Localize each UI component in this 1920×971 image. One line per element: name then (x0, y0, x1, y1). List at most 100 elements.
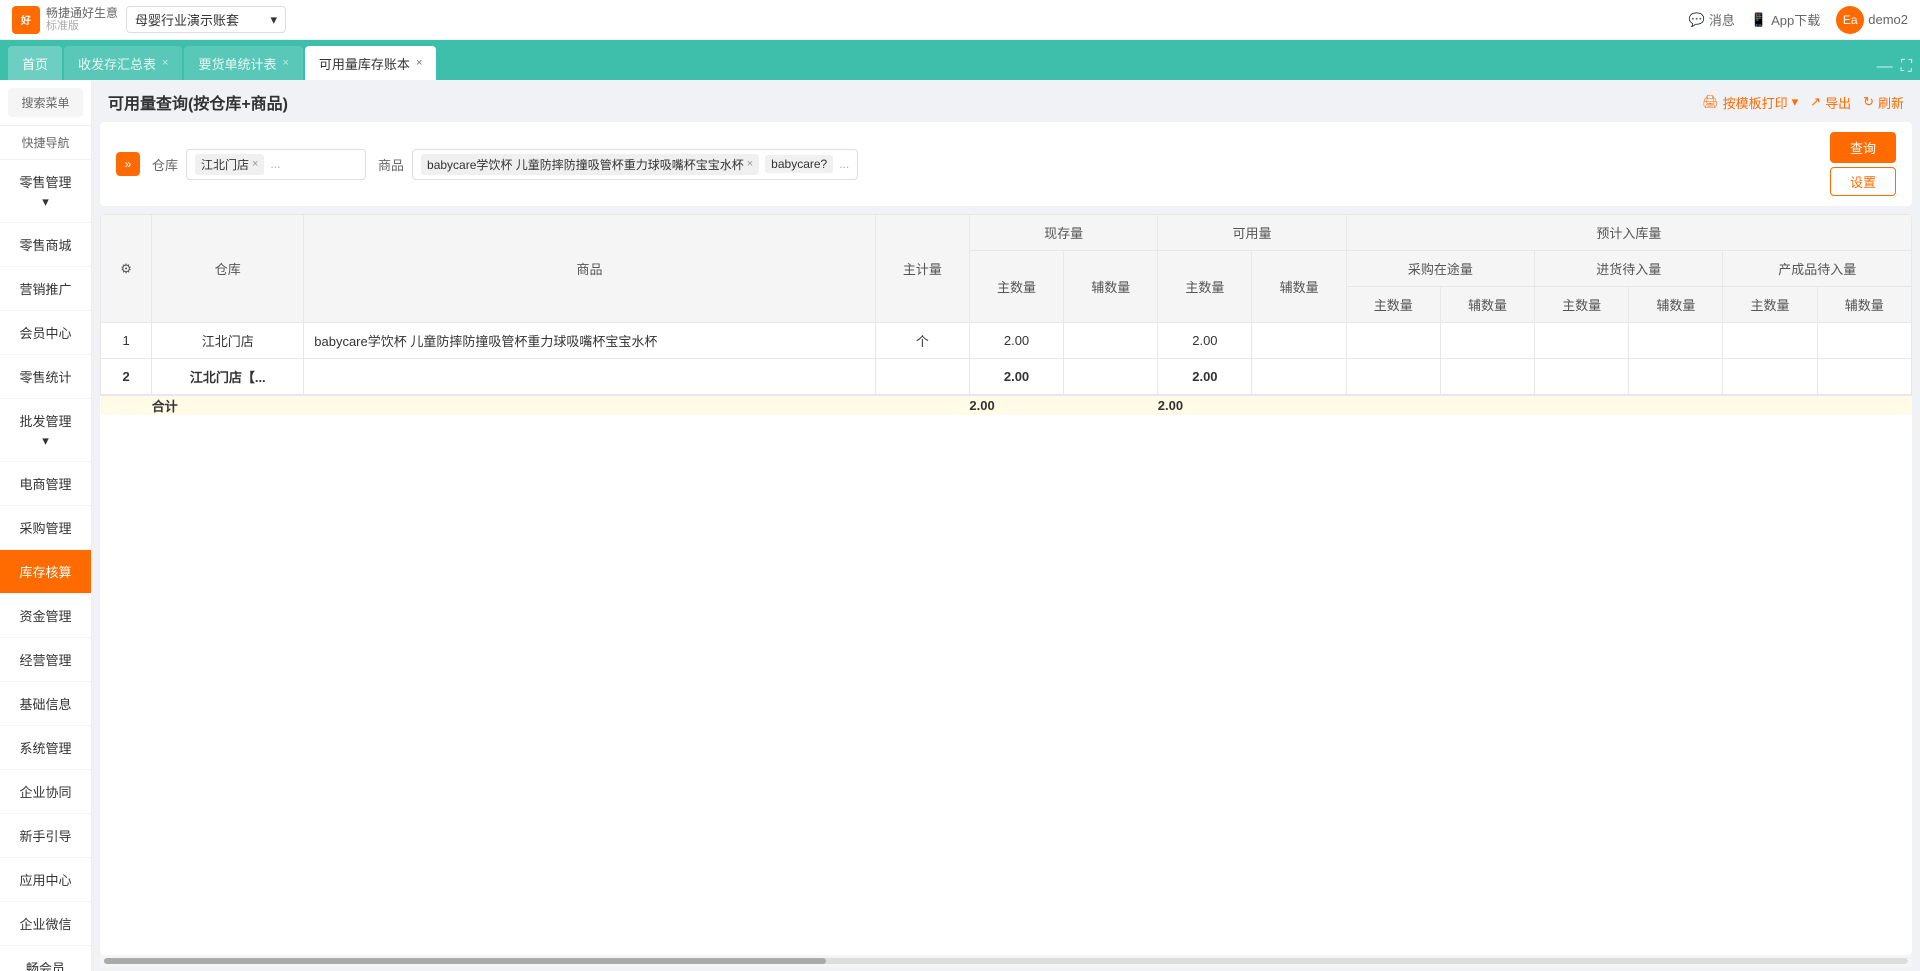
sidebar-item-appcenter[interactable]: 应用中心 (0, 858, 91, 902)
sidebar-item-finance[interactable]: 资金管理 (0, 594, 91, 638)
footer-avail-main: 2.00 (1158, 395, 1252, 415)
logo-text: 畅捷通好生意 标准版 (46, 6, 118, 34)
search-menu-button[interactable]: 搜索菜单 (8, 88, 83, 117)
footer-ip-aux (1629, 395, 1723, 415)
content-area: 可用量查询(按仓库+商品) 🖨 按模板打印 ▾ ↗ 导出 ↻ 刷新 (92, 80, 1920, 971)
sidebar-item-basics[interactable]: 基础信息 (0, 682, 91, 726)
page-title: 可用量查询(按仓库+商品) (108, 90, 288, 114)
cell-ip-main-1 (1535, 323, 1629, 359)
tab-close-available-inventory[interactable]: × (416, 57, 422, 69)
tab-home[interactable]: 首页 (8, 46, 62, 80)
footer-ip-main (1535, 395, 1629, 415)
sidebar-item-system[interactable]: 系统管理 (0, 726, 91, 770)
th-purchase-transit-aux: 辅数量 (1440, 287, 1534, 323)
sidebar-item-operations[interactable]: 经营管理 (0, 638, 91, 682)
table-row: 2 江北门店【... 2.00 2.00 (101, 359, 1912, 396)
filter-bar: » 仓库 江北门店 × ... 商品 babycare学饮杯 儿童防摔防撞吸管杯… (100, 122, 1912, 206)
th-inbound-pending: 进货待入量 (1535, 251, 1723, 287)
expand-icon: » (125, 157, 132, 171)
cell-avail-aux-2 (1252, 359, 1346, 396)
cell-current-main-2: 2.00 (969, 359, 1063, 396)
sidebar-item-ecommerce[interactable]: 电商管理 (0, 462, 91, 506)
sidebar-item-vip[interactable]: 畅会员 (0, 946, 91, 971)
user-menu[interactable]: Ea demo2 (1836, 6, 1908, 34)
sidebar-item-collab[interactable]: 企业协同 (0, 770, 91, 814)
settings-icon-cell[interactable]: ⚙ (101, 215, 152, 323)
workspace-selector[interactable]: 母婴行业演示账套 ▾ (126, 6, 286, 33)
tab-maximize-button[interactable]: ⛶ (1901, 58, 1912, 76)
cell-ip-aux-1 (1629, 323, 1723, 359)
th-unit: 主计量 (875, 215, 969, 323)
sidebar-search-area: 搜索菜单 (0, 80, 91, 126)
footer-label: 合计 (152, 395, 970, 415)
horizontal-scrollbar[interactable] (100, 955, 1912, 967)
cell-pt-aux-2 (1440, 359, 1534, 396)
cell-pp-main-1 (1723, 323, 1817, 359)
tab-close-receive[interactable]: × (162, 57, 168, 69)
print-template-button[interactable]: 🖨 按模板打印 ▾ (1702, 93, 1798, 112)
th-current-stock: 现存量 (969, 215, 1157, 251)
cell-current-aux-2 (1064, 359, 1158, 396)
page-header: 可用量查询(按仓库+商品) 🖨 按模板打印 ▾ ↗ 导出 ↻ 刷新 (92, 80, 1920, 122)
sidebar-item-inventory[interactable]: 库存核算 (0, 550, 91, 594)
cell-warehouse-2: 江北门店【... (152, 359, 304, 396)
sidebar-item-newguide[interactable]: 新手引导 (0, 814, 91, 858)
cell-pp-aux-2 (1817, 359, 1911, 396)
th-available: 可用量 (1158, 215, 1346, 251)
tab-close-order-stats[interactable]: × (282, 57, 288, 69)
footer-total-row: 合计 2.00 2.00 (101, 395, 1912, 415)
export-button[interactable]: ↗ 导出 (1810, 93, 1851, 112)
footer-pp-main (1723, 395, 1817, 415)
th-product-pending-aux: 辅数量 (1817, 287, 1911, 323)
product-more: ... (839, 157, 849, 171)
filter-expand-button[interactable]: » (116, 152, 140, 176)
top-bar-left: 好 畅捷通好生意 标准版 母婴行业演示账套 ▾ (12, 6, 286, 34)
scrollbar-thumb[interactable] (104, 958, 826, 964)
tab-available-inventory[interactable]: 可用量库存账本 × (305, 46, 436, 80)
sidebar-item-wholesale-mgmt[interactable]: 批发管理 ▾ (0, 399, 91, 462)
query-button[interactable]: 查询 (1830, 132, 1896, 163)
refresh-button[interactable]: ↻ 刷新 (1863, 93, 1904, 112)
sidebar-item-retail-mgmt[interactable]: 零售管理 ▾ (0, 160, 91, 223)
sidebar-item-member-center[interactable]: 会员中心 (0, 311, 91, 355)
sidebar-item-purchase[interactable]: 采购管理 (0, 506, 91, 550)
table-header-row-1: ⚙ 仓库 商品 主计量 现存量 可用量 预计入库量 (101, 215, 1912, 251)
chevron-down-icon: ▾ (42, 194, 49, 210)
footer-current-aux (1064, 395, 1158, 415)
cell-ip-main-2 (1535, 359, 1629, 396)
logo-area: 好 畅捷通好生意 标准版 (12, 6, 118, 34)
warehouse-input[interactable]: 江北门店 × ... (186, 149, 366, 180)
th-purchase-transit-main: 主数量 (1346, 287, 1440, 323)
sidebar-item-retail-stats[interactable]: 零售统计 (0, 355, 91, 399)
sidebar-item-marketing[interactable]: 营销推广 (0, 267, 91, 311)
warehouse-tag-jiangbei: 江北门店 × (195, 154, 264, 175)
top-bar-right: 💬 消息 📱 App下载 Ea demo2 (1689, 6, 1908, 34)
cell-warehouse-1: 江北门店 (152, 323, 304, 359)
cell-avail-aux-1 (1252, 323, 1346, 359)
message-button[interactable]: 💬 消息 (1689, 10, 1735, 29)
app-icon: 📱 (1751, 12, 1767, 28)
th-product: 商品 (304, 215, 875, 323)
footer-pt-main (1346, 395, 1440, 415)
warehouse-tag-close[interactable]: × (252, 158, 258, 170)
quick-nav-button[interactable]: 快捷导航 (0, 126, 91, 160)
footer-current-main: 2.00 (969, 395, 1063, 415)
chevron-down-icon: ▾ (1792, 94, 1799, 110)
cell-product-1: babycare学饮杯 儿童防摔防撞吸管杯重力球吸嘴杯宝宝水杯 (304, 323, 875, 359)
tab-bar-right: — ⛶ (1877, 58, 1920, 80)
tab-receive[interactable]: 收发存汇总表 × (64, 46, 182, 80)
product-tag-close-1[interactable]: × (747, 158, 753, 170)
sidebar-item-wecom[interactable]: 企业微信 (0, 902, 91, 946)
product-input[interactable]: babycare学饮杯 儿童防摔防撞吸管杯重力球吸嘴杯宝宝水杯 × babyca… (412, 149, 858, 180)
refresh-icon: ↻ (1863, 94, 1874, 110)
app-download-button[interactable]: 📱 App下载 (1751, 10, 1820, 29)
cell-current-aux-1 (1064, 323, 1158, 359)
settings-button[interactable]: 设置 (1830, 167, 1896, 196)
tab-minimize-button[interactable]: — (1877, 58, 1893, 76)
avatar: Ea (1836, 6, 1864, 34)
product-tag-babycare2: babycare? (765, 155, 833, 173)
tab-order-stats[interactable]: 要货单统计表 × (184, 46, 302, 80)
cell-unit-2 (875, 359, 969, 396)
th-avail-main: 主数量 (1158, 251, 1252, 323)
sidebar-item-retail-mall[interactable]: 零售商城 (0, 223, 91, 267)
